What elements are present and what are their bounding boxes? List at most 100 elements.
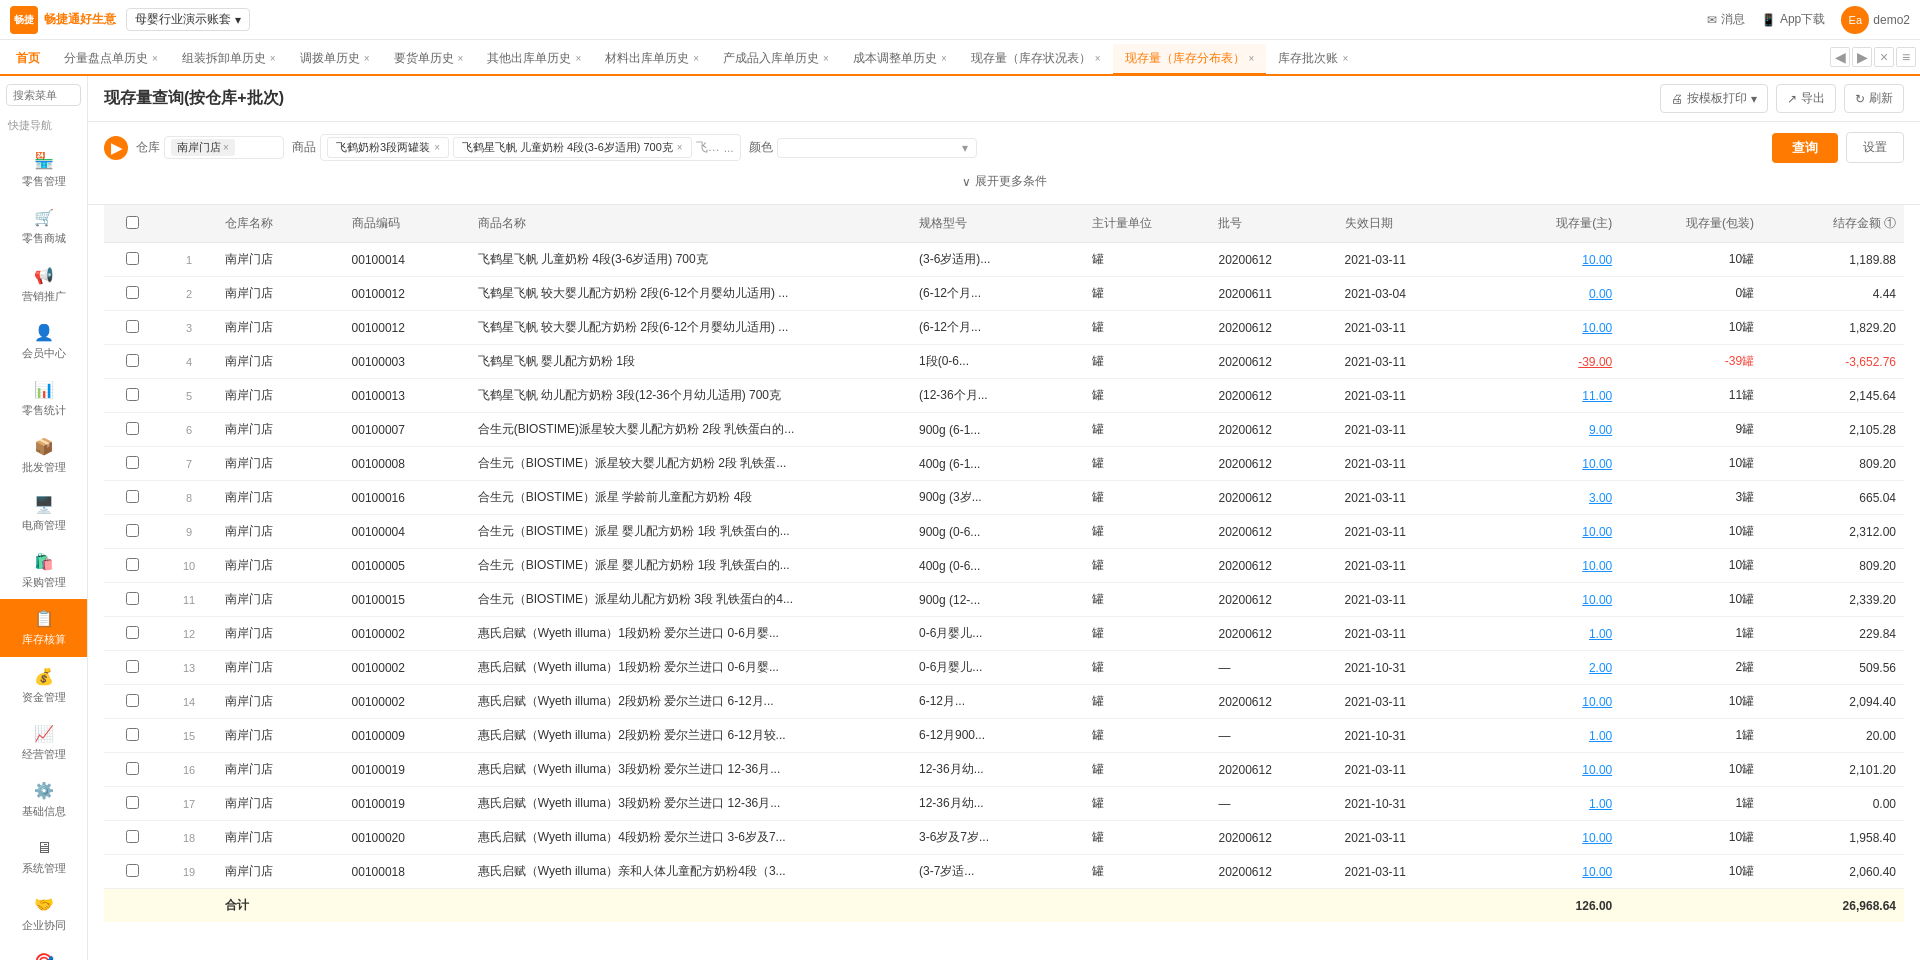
row-checkbox[interactable] (126, 694, 139, 707)
row-qty-main[interactable]: 10.00 (1478, 583, 1620, 617)
row-checkbox[interactable] (126, 354, 139, 367)
sidebar-item-operations[interactable]: 📈 经营管理 (0, 714, 87, 771)
filter-expand-btn[interactable]: ▶ (104, 136, 128, 160)
row-checkbox[interactable] (126, 286, 139, 299)
row-checkbox[interactable] (126, 626, 139, 639)
user-profile[interactable]: Ea demo2 (1841, 6, 1910, 34)
setting-button[interactable]: 设置 (1846, 132, 1904, 163)
tab-requisition[interactable]: 要货单历史 × (382, 44, 476, 75)
row-checkbox[interactable] (126, 456, 139, 469)
close-icon[interactable]: × (270, 53, 276, 64)
tab-picking[interactable]: 调拨单历史 × (288, 44, 382, 75)
sidebar-item-retail-stats[interactable]: 📊 零售统计 (0, 370, 87, 427)
row-qty-main[interactable]: 10.00 (1478, 855, 1620, 889)
color-filter-input[interactable]: ▾ (777, 138, 977, 158)
tab-home[interactable]: 首页 (4, 44, 52, 75)
sidebar-item-retail-mall[interactable]: 🛒 零售商城 (0, 198, 87, 255)
row-qty-main[interactable]: 10.00 (1478, 447, 1620, 481)
row-qty-main[interactable]: 10.00 (1478, 685, 1620, 719)
sidebar-search-input[interactable] (6, 84, 81, 106)
product-tag-1-close[interactable]: × (434, 142, 440, 153)
row-qty-main[interactable]: -39.00 (1478, 345, 1620, 379)
close-icon[interactable]: × (152, 53, 158, 64)
select-all-checkbox[interactable] (126, 216, 139, 229)
tab-material-out[interactable]: 材料出库单历史 × (593, 44, 711, 75)
sidebar-item-retail[interactable]: 🏪 零售管理 (0, 141, 87, 198)
tab-prev-arrow[interactable]: ◀ (1830, 47, 1850, 67)
row-checkbox[interactable] (126, 830, 139, 843)
sidebar-item-basic[interactable]: ⚙️ 基础信息 (0, 771, 87, 828)
row-qty-main[interactable]: 9.00 (1478, 413, 1620, 447)
row-checkbox[interactable] (126, 422, 139, 435)
row-checkbox[interactable] (126, 320, 139, 333)
sidebar-item-marketing[interactable]: 📢 营销推广 (0, 256, 87, 313)
message-btn[interactable]: ✉ 消息 (1707, 11, 1745, 28)
row-qty-main[interactable]: 1.00 (1478, 617, 1620, 651)
tab-stock-dist[interactable]: 现存量（库存分布表） × (1113, 44, 1267, 75)
tab-warehouse-batch[interactable]: 库存批次账 × (1266, 44, 1360, 75)
sidebar-item-member[interactable]: 👤 会员中心 (0, 313, 87, 370)
warehouse-tag-close[interactable]: × (223, 142, 229, 153)
close-icon[interactable]: × (1342, 53, 1348, 64)
row-checkbox[interactable] (126, 762, 139, 775)
search-button[interactable]: 查询 (1772, 133, 1838, 163)
row-qty-main[interactable]: 0.00 (1478, 277, 1620, 311)
sidebar-item-inventory[interactable]: 📋 库存核算 (0, 599, 87, 656)
product-tag-container[interactable]: 飞鹤奶粉3段两罐装 × 飞鹤星飞帆 儿童奶粉 4段(3-6岁适用) 700克 ×… (320, 134, 741, 161)
row-checkbox[interactable] (126, 558, 139, 571)
row-qty-main[interactable]: 10.00 (1478, 821, 1620, 855)
export-button[interactable]: ↗ 导出 (1776, 84, 1836, 113)
row-qty-pack: 9罐 (1620, 413, 1762, 447)
sidebar-item-ecommerce[interactable]: 🖥️ 电商管理 (0, 485, 87, 542)
sidebar-item-wholesale[interactable]: 📦 批发管理 (0, 427, 87, 484)
sidebar-item-guide[interactable]: 🎯 新手引导 (0, 942, 87, 960)
close-icon[interactable]: × (941, 53, 947, 64)
close-icon[interactable]: × (1095, 53, 1101, 64)
close-icon[interactable]: × (575, 53, 581, 64)
tab-menu-icon[interactable]: ≡ (1896, 47, 1916, 67)
close-icon[interactable]: × (364, 53, 370, 64)
row-qty-main[interactable]: 10.00 (1478, 753, 1620, 787)
tab-product-in[interactable]: 产成品入库单历史 × (711, 44, 841, 75)
tab-close-all[interactable]: × (1874, 47, 1894, 67)
row-qty-main[interactable]: 10.00 (1478, 549, 1620, 583)
row-qty-main[interactable]: 1.00 (1478, 787, 1620, 821)
row-checkbox[interactable] (126, 660, 139, 673)
close-icon[interactable]: × (693, 53, 699, 64)
tab-cost-adjust[interactable]: 成本调整单历史 × (841, 44, 959, 75)
warehouse-tag-container[interactable]: 南岸门店 × (164, 136, 284, 159)
close-icon[interactable]: × (1249, 53, 1255, 64)
expand-more-btn[interactable]: ∨ 展开更多条件 (104, 169, 1904, 194)
app-download-btn[interactable]: 📱 App下载 (1761, 11, 1825, 28)
row-qty-main[interactable]: 2.00 (1478, 651, 1620, 685)
workspace-select[interactable]: 母婴行业演示账套 ▾ (126, 8, 250, 31)
row-checkbox[interactable] (126, 388, 139, 401)
row-qty-main[interactable]: 11.00 (1478, 379, 1620, 413)
sidebar-item-enterprise[interactable]: 🤝 企业协同 (0, 885, 87, 942)
refresh-button[interactable]: ↻ 刷新 (1844, 84, 1904, 113)
tab-other-out[interactable]: 其他出库单历史 × (475, 44, 593, 75)
row-checkbox[interactable] (126, 864, 139, 877)
row-qty-main[interactable]: 1.00 (1478, 719, 1620, 753)
template-print-button[interactable]: 🖨 按模板打印 ▾ (1660, 84, 1768, 113)
row-checkbox[interactable] (126, 796, 139, 809)
tab-next-arrow[interactable]: ▶ (1852, 47, 1872, 67)
tab-stock-status[interactable]: 现存量（库存状况表） × (959, 44, 1113, 75)
sidebar-item-purchase[interactable]: 🛍️ 采购管理 (0, 542, 87, 599)
row-checkbox[interactable] (126, 728, 139, 741)
row-qty-main[interactable]: 10.00 (1478, 515, 1620, 549)
row-qty-main[interactable]: 10.00 (1478, 243, 1620, 277)
tab-split-count[interactable]: 分量盘点单历史 × (52, 44, 170, 75)
row-qty-main[interactable]: 3.00 (1478, 481, 1620, 515)
row-checkbox[interactable] (126, 524, 139, 537)
row-qty-main[interactable]: 10.00 (1478, 311, 1620, 345)
tab-disassemble[interactable]: 组装拆卸单历史 × (170, 44, 288, 75)
sidebar-item-finance[interactable]: 💰 资金管理 (0, 657, 87, 714)
sidebar-item-system[interactable]: 🖥 系统管理 (0, 829, 87, 885)
row-checkbox[interactable] (126, 490, 139, 503)
row-checkbox[interactable] (126, 592, 139, 605)
close-icon[interactable]: × (823, 53, 829, 64)
close-icon[interactable]: × (458, 53, 464, 64)
row-checkbox[interactable] (126, 252, 139, 265)
product-tag-2-close[interactable]: × (677, 142, 683, 153)
